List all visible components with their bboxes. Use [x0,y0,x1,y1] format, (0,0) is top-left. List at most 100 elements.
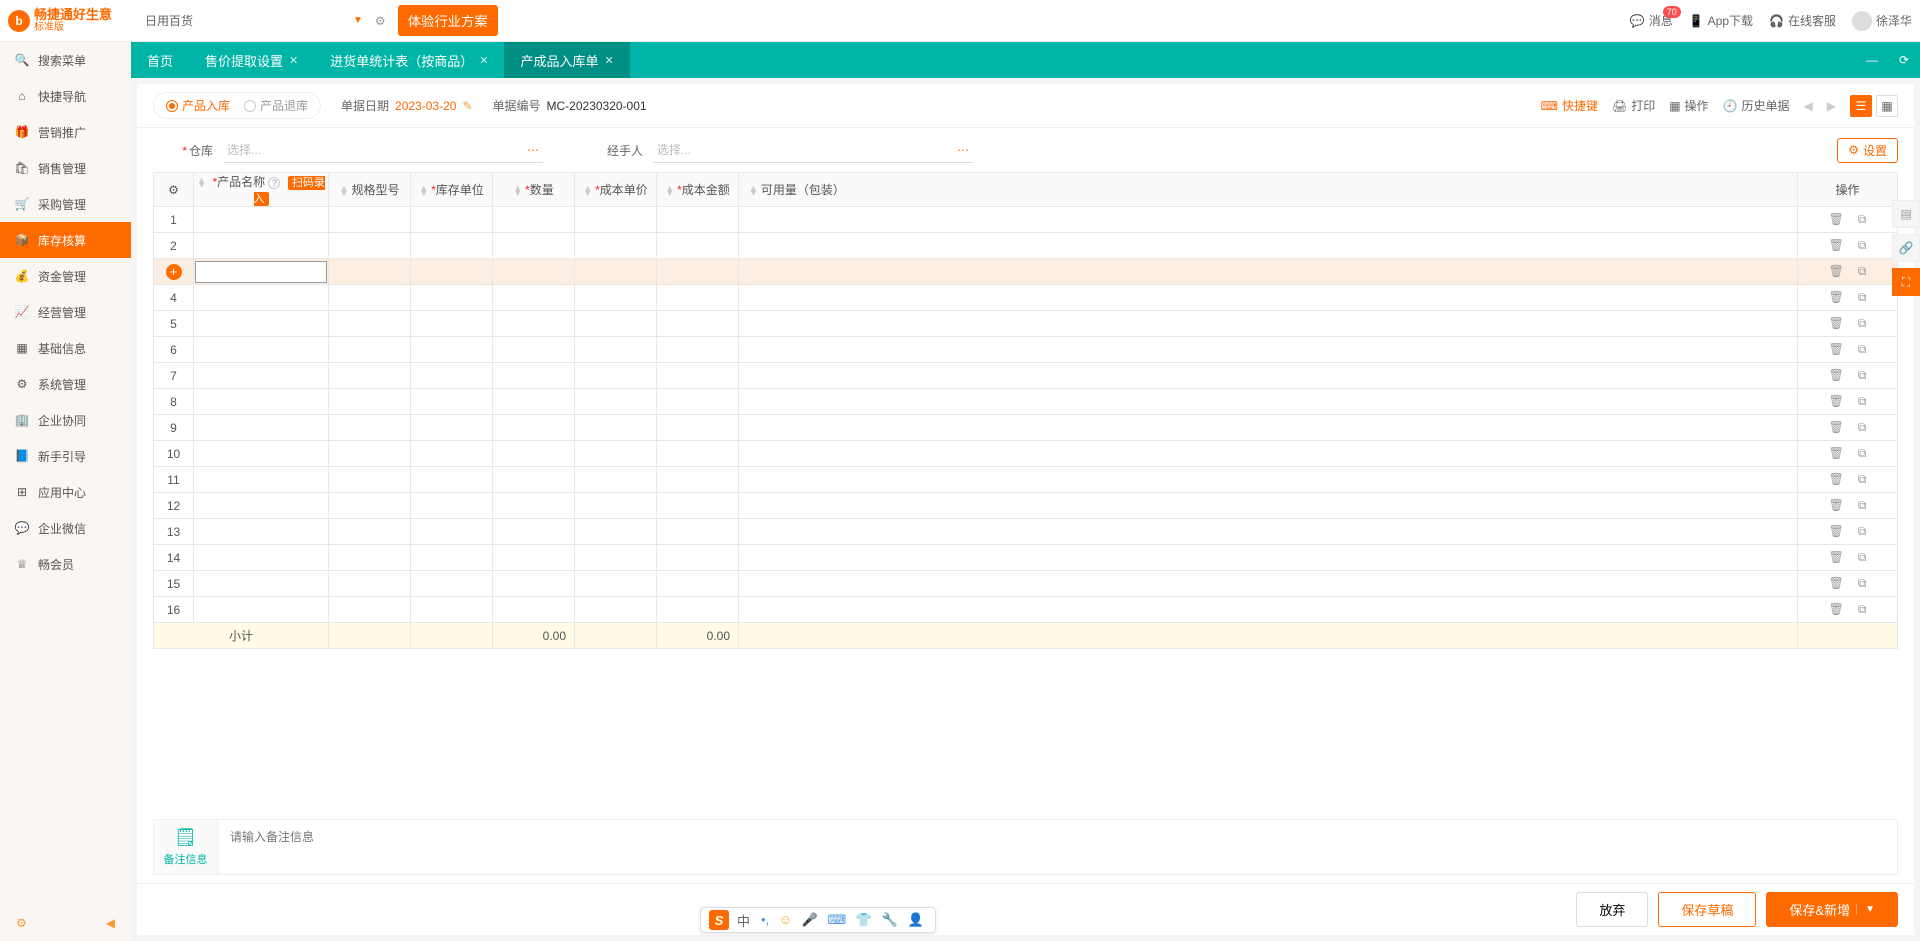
delete-row-icon[interactable]: 🗑 [1829,420,1844,435]
settings-icon[interactable]: ⚙ [16,916,27,930]
delete-row-icon[interactable]: 🗑 [1829,368,1844,383]
copy-row-icon[interactable]: ⧉ [1858,524,1867,539]
shop-selector[interactable]: 日用百货 ▼ [145,12,363,29]
copy-row-icon[interactable]: ⧉ [1858,498,1867,513]
copy-row-icon[interactable]: ⧉ [1858,576,1867,591]
add-row-icon[interactable]: + [166,264,182,280]
minimize-tab-button[interactable]: — [1856,42,1888,78]
discard-button[interactable]: 放弃 [1576,892,1648,927]
copy-row-icon[interactable]: ⧉ [1858,238,1867,253]
close-icon[interactable]: ✕ [479,54,488,67]
delete-row-icon[interactable]: 🗑 [1829,472,1844,487]
ime-lang[interactable]: 中 [737,911,750,930]
print-button[interactable]: 🖨 打印 [1612,97,1655,114]
table-row[interactable]: 14🗑⧉ [154,545,1898,571]
sidebar-item-8[interactable]: ▦基础信息 [0,330,131,366]
table-row[interactable]: 9🗑⧉ [154,415,1898,441]
sidebar-item-7[interactable]: 📈经营管理 [0,294,131,330]
ime-keyboard-icon[interactable]: ⌨ [828,912,847,927]
table-row[interactable]: +🗑⧉ [154,259,1898,285]
settings-button[interactable]: ⚙ 设置 [1837,138,1898,163]
tab-3[interactable]: 产成品入库单✕ [504,42,629,78]
col-product-name[interactable]: ▲▼ *产品名称 ? 扫码录入 [194,173,329,207]
delete-row-icon[interactable]: 🗑 [1829,212,1844,227]
handler-select[interactable]: 选择... ⋯ [653,137,973,163]
warehouse-select[interactable]: 选择... ⋯ [223,137,543,163]
scan-badge[interactable]: 扫码录入 [254,176,325,206]
table-row[interactable]: 2🗑⧉ [154,233,1898,259]
copy-row-icon[interactable]: ⧉ [1858,394,1867,409]
more-icon[interactable]: ⋯ [527,143,539,157]
ime-user-icon[interactable]: 👤 [908,912,924,927]
user-menu[interactable]: 徐泽华 [1852,11,1912,31]
copy-row-icon[interactable]: ⧉ [1858,316,1867,331]
operation-button[interactable]: ▦ 操作 [1669,97,1708,114]
prev-doc-button[interactable]: ◀ [1804,99,1813,113]
sidebar-item-1[interactable]: ⌂快捷导航 [0,78,131,114]
table-row[interactable]: 8🗑⧉ [154,389,1898,415]
copy-row-icon[interactable]: ⧉ [1858,446,1867,461]
delete-row-icon[interactable]: 🗑 [1829,524,1844,539]
radio-product-out[interactable]: 产品退库 [244,97,308,114]
delete-row-icon[interactable]: 🗑 [1829,550,1844,565]
table-row[interactable]: 1🗑⧉ [154,207,1898,233]
delete-row-icon[interactable]: 🗑 [1829,446,1844,461]
copy-row-icon[interactable]: ⧉ [1858,550,1867,565]
rail-btn-2[interactable]: 🔗 [1892,234,1920,262]
copy-row-icon[interactable]: ⧉ [1858,368,1867,383]
save-draft-button[interactable]: 保存草稿 [1658,892,1756,927]
messages-button[interactable]: 💬 消息 70 [1630,12,1673,29]
copy-row-icon[interactable]: ⧉ [1858,212,1867,227]
delete-row-icon[interactable]: 🗑 [1829,498,1844,513]
col-available[interactable]: ▲▼可用量（包装） [739,173,1798,207]
copy-row-icon[interactable]: ⧉ [1858,602,1867,617]
copy-row-icon[interactable]: ⧉ [1858,342,1867,357]
delete-row-icon[interactable]: 🗑 [1829,238,1844,253]
view-list-button[interactable]: ☰ [1850,95,1872,117]
delete-row-icon[interactable]: 🗑 [1829,394,1844,409]
close-icon[interactable]: ✕ [289,54,298,67]
online-service-button[interactable]: 🎧 在线客服 [1769,12,1836,29]
product-name-input[interactable] [195,261,327,283]
sidebar-item-4[interactable]: 🛒采购管理 [0,186,131,222]
delete-row-icon[interactable]: 🗑 [1829,576,1844,591]
sidebar-item-0[interactable]: 🔍搜索菜单 [0,42,131,78]
shortcut-button[interactable]: ⌨ 快捷键 [1541,97,1598,114]
delete-row-icon[interactable]: 🗑 [1829,290,1844,305]
next-doc-button[interactable]: ▶ [1827,99,1836,113]
sidebar-item-5[interactable]: 📦库存核算 [0,222,131,258]
help-icon[interactable]: ? [268,177,280,189]
copy-row-icon[interactable]: ⧉ [1858,472,1867,487]
ime-toolbar[interactable]: S 中 •, ☺ 🎤 ⌨ 👕 🔧 👤 [700,907,936,933]
table-row[interactable]: 10🗑⧉ [154,441,1898,467]
copy-row-icon[interactable]: ⧉ [1858,290,1867,305]
table-row[interactable]: 16🗑⧉ [154,597,1898,623]
table-row[interactable]: 7🗑⧉ [154,363,1898,389]
col-amount[interactable]: ▲▼*成本金额 [657,173,739,207]
more-icon[interactable]: ⋯ [957,143,969,157]
table-row[interactable]: 12🗑⧉ [154,493,1898,519]
ime-emoji-icon[interactable]: ☺ [779,912,792,927]
tab-0[interactable]: 首页 [131,42,189,78]
radio-product-in[interactable]: 产品入库 [166,97,230,114]
sidebar-item-9[interactable]: ⚙系统管理 [0,366,131,402]
table-row[interactable]: 15🗑⧉ [154,571,1898,597]
history-button[interactable]: 🕘 历史单据 [1723,97,1790,114]
table-row[interactable]: 5🗑⧉ [154,311,1898,337]
delete-row-icon[interactable]: 🗑 [1829,602,1844,617]
rail-btn-1[interactable]: ▤ [1892,200,1920,228]
refresh-tab-button[interactable]: ⟳ [1888,42,1920,78]
remarks-input[interactable] [218,820,1897,874]
ime-mic-icon[interactable]: 🎤 [802,912,818,927]
col-unit[interactable]: ▲▼*库存单位 [411,173,493,207]
table-row[interactable]: 13🗑⧉ [154,519,1898,545]
sidebar-item-14[interactable]: ♕畅会员 [0,546,131,582]
table-row[interactable]: 4🗑⧉ [154,285,1898,311]
sidebar-item-2[interactable]: 🎁营销推广 [0,114,131,150]
ime-punct-icon[interactable]: •, [761,912,769,927]
trial-button[interactable]: 体验行业方案 [398,5,498,36]
sidebar-item-13[interactable]: 💬企业微信 [0,510,131,546]
column-config-button[interactable]: ⚙ [154,173,194,207]
col-spec[interactable]: ▲▼规格型号 [329,173,411,207]
sidebar-item-12[interactable]: ⊞应用中心 [0,474,131,510]
